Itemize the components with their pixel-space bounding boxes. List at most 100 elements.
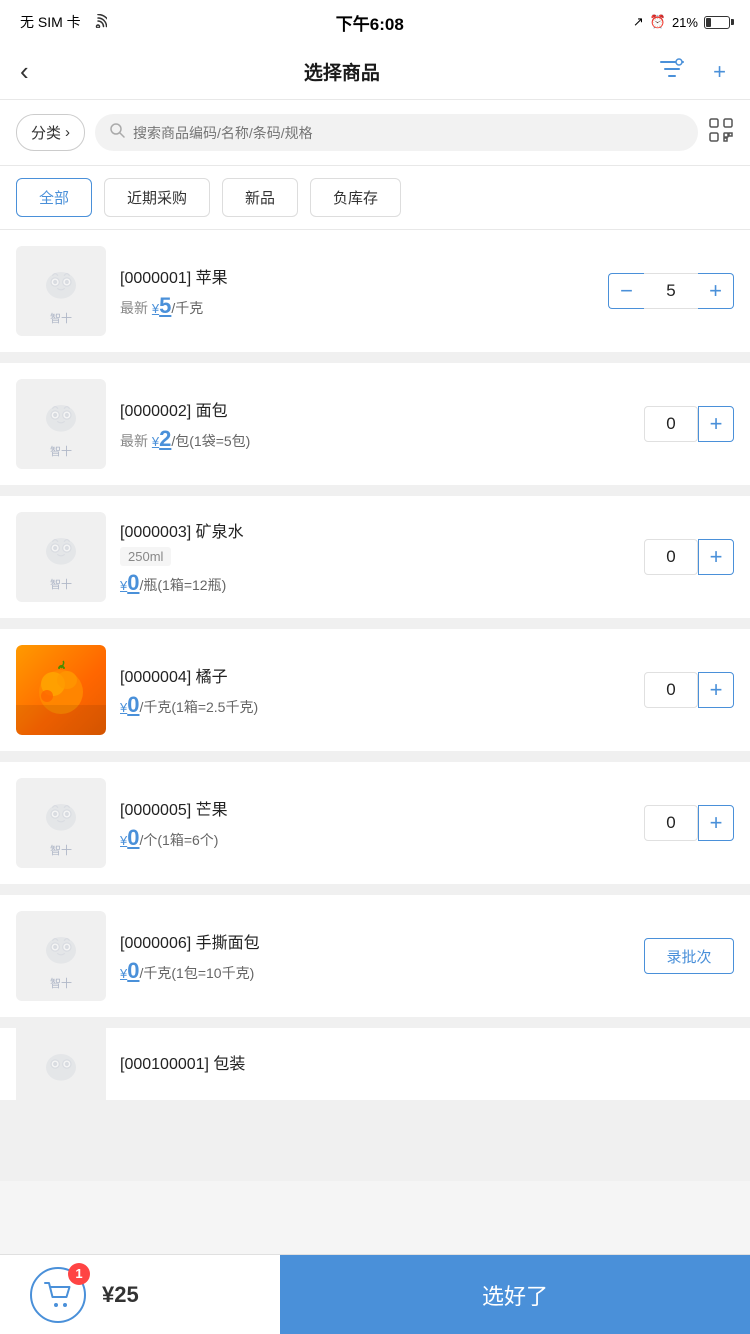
decrease-button[interactable]: − (608, 273, 644, 309)
filter-bar: 分类 › (0, 100, 750, 166)
product-image: 智十 (16, 246, 106, 336)
product-image: 智十 (16, 512, 106, 602)
product-info: [000100001] 包装 (120, 1050, 734, 1079)
list-item: 智十 [0000001] 苹果 最新 ¥5/千克 − + (0, 230, 750, 352)
price-unit: /千克(1包=10千克) (139, 965, 254, 981)
tab-bar: 全部 近期采购 新品 负库存 (0, 166, 750, 230)
cart-section: 1 ¥25 (0, 1267, 280, 1323)
product-price: ¥0/千克(1包=10千克) (120, 958, 630, 984)
quantity-control: 录批次 (644, 938, 734, 974)
quantity-input[interactable] (644, 805, 698, 841)
back-button[interactable]: ‹ (20, 56, 29, 87)
location-icon: ↗ (633, 14, 644, 30)
product-name: [0000003] 矿泉水 (120, 518, 630, 542)
price-value: 0 (127, 958, 139, 983)
product-name: [0000002] 面包 (120, 397, 630, 421)
list-item: 智十 [0000003] 矿泉水 250ml ¥0/瓶(1箱=12瓶) + (0, 496, 750, 618)
wifi-icon (89, 14, 107, 31)
alarm-icon: ⏰ (650, 14, 666, 30)
status-right: ↗ ⏰ 21% (633, 14, 730, 30)
price-value: 2 (159, 426, 171, 451)
list-item: 智十 [0000002] 面包 最新 ¥2/包(1袋=5包) + (0, 363, 750, 485)
price-value: 0 (127, 570, 139, 595)
quantity-control: − + (608, 273, 734, 309)
product-info: [0000002] 面包 最新 ¥2/包(1袋=5包) (120, 397, 630, 452)
cart-icon (43, 1281, 73, 1309)
price-unit: /千克 (171, 300, 203, 316)
placeholder-logo: 智十 (36, 390, 86, 459)
search-box (95, 114, 698, 151)
carrier-label: 无 SIM 卡 (20, 12, 81, 32)
tab-recent[interactable]: 近期采购 (104, 178, 210, 217)
list-item: 智十 [0000005] 芒果 ¥0/个(1箱=6个) + (0, 762, 750, 884)
product-price: ¥0/瓶(1箱=12瓶) (120, 570, 630, 596)
price-value: 0 (127, 825, 139, 850)
product-price: 最新 ¥2/包(1袋=5包) (120, 426, 630, 452)
quantity-input[interactable] (644, 672, 698, 708)
product-price: ¥0/千克(1箱=2.5千克) (120, 692, 630, 718)
cart-total: ¥25 (102, 1282, 139, 1308)
product-info: [0000001] 苹果 最新 ¥5/千克 (120, 264, 594, 319)
price-value: 0 (127, 692, 139, 717)
status-time: 下午6:08 (336, 10, 404, 35)
latest-label: 最新 (120, 433, 152, 449)
placeholder-logo (36, 1039, 86, 1089)
quantity-control: + (644, 805, 734, 841)
tab-all[interactable]: 全部 (16, 178, 92, 217)
nav-actions: + (655, 54, 730, 90)
price-unit: /个(1箱=6个) (139, 832, 218, 848)
increase-button[interactable]: + (698, 539, 734, 575)
product-info: [0000004] 橘子 ¥0/千克(1箱=2.5千克) (120, 663, 630, 718)
increase-button[interactable]: + (698, 273, 734, 309)
tab-negative[interactable]: 负库存 (310, 178, 401, 217)
scan-button[interactable] (708, 117, 734, 149)
placeholder-logo: 智十 (36, 257, 86, 326)
product-spec: 250ml (120, 547, 171, 566)
quantity-input[interactable] (644, 539, 698, 575)
batch-button[interactable]: 录批次 (644, 938, 734, 974)
latest-label: 最新 (120, 300, 152, 316)
tab-new[interactable]: 新品 (222, 178, 298, 217)
quantity-input[interactable] (644, 273, 698, 309)
product-image: 智十 (16, 778, 106, 868)
list-item: [000100001] 包装 (0, 1028, 750, 1100)
battery-percent: 21% (672, 15, 698, 30)
cart-badge: 1 (68, 1263, 90, 1285)
status-left: 无 SIM 卡 (20, 12, 107, 32)
product-list: 智十 [0000001] 苹果 最新 ¥5/千克 − + 智十 [0000002… (0, 230, 750, 1181)
price-unit: /包(1袋=5包) (171, 433, 250, 449)
increase-button[interactable]: + (698, 805, 734, 841)
status-bar: 无 SIM 卡 下午6:08 ↗ ⏰ 21% (0, 0, 750, 44)
battery-icon (704, 16, 730, 29)
product-info: [0000005] 芒果 ¥0/个(1箱=6个) (120, 796, 630, 851)
confirm-button[interactable]: 选好了 (280, 1255, 750, 1334)
quantity-input[interactable] (644, 406, 698, 442)
product-image (16, 645, 106, 735)
search-icon (109, 122, 125, 143)
placeholder-logo: 智十 (36, 922, 86, 991)
product-name: [000100001] 包装 (120, 1050, 734, 1074)
search-input[interactable] (133, 125, 684, 141)
increase-button[interactable]: + (698, 672, 734, 708)
category-button[interactable]: 分类 › (16, 114, 85, 151)
placeholder-logo: 智十 (36, 789, 86, 858)
product-name: [0000004] 橘子 (120, 663, 630, 687)
increase-button[interactable]: + (698, 406, 734, 442)
filter-button[interactable] (655, 54, 689, 90)
product-info: [0000006] 手撕面包 ¥0/千克(1包=10千克) (120, 929, 630, 984)
chevron-right-icon: › (65, 124, 70, 141)
price-unit: /瓶(1箱=12瓶) (139, 577, 226, 593)
product-name: [0000005] 芒果 (120, 796, 630, 820)
list-item: 智十 [0000006] 手撕面包 ¥0/千克(1包=10千克) 录批次 (0, 895, 750, 1017)
add-button[interactable]: + (709, 55, 730, 89)
product-price: 最新 ¥5/千克 (120, 293, 594, 319)
quantity-control: + (644, 406, 734, 442)
product-image (16, 1028, 106, 1100)
nav-bar: ‹ 选择商品 + (0, 44, 750, 100)
cart-icon-wrap: 1 (30, 1267, 86, 1323)
product-name: [0000006] 手撕面包 (120, 929, 630, 953)
category-label: 分类 (31, 122, 61, 143)
quantity-control: + (644, 539, 734, 575)
product-info: [0000003] 矿泉水 250ml ¥0/瓶(1箱=12瓶) (120, 518, 630, 596)
page-title: 选择商品 (304, 58, 380, 85)
